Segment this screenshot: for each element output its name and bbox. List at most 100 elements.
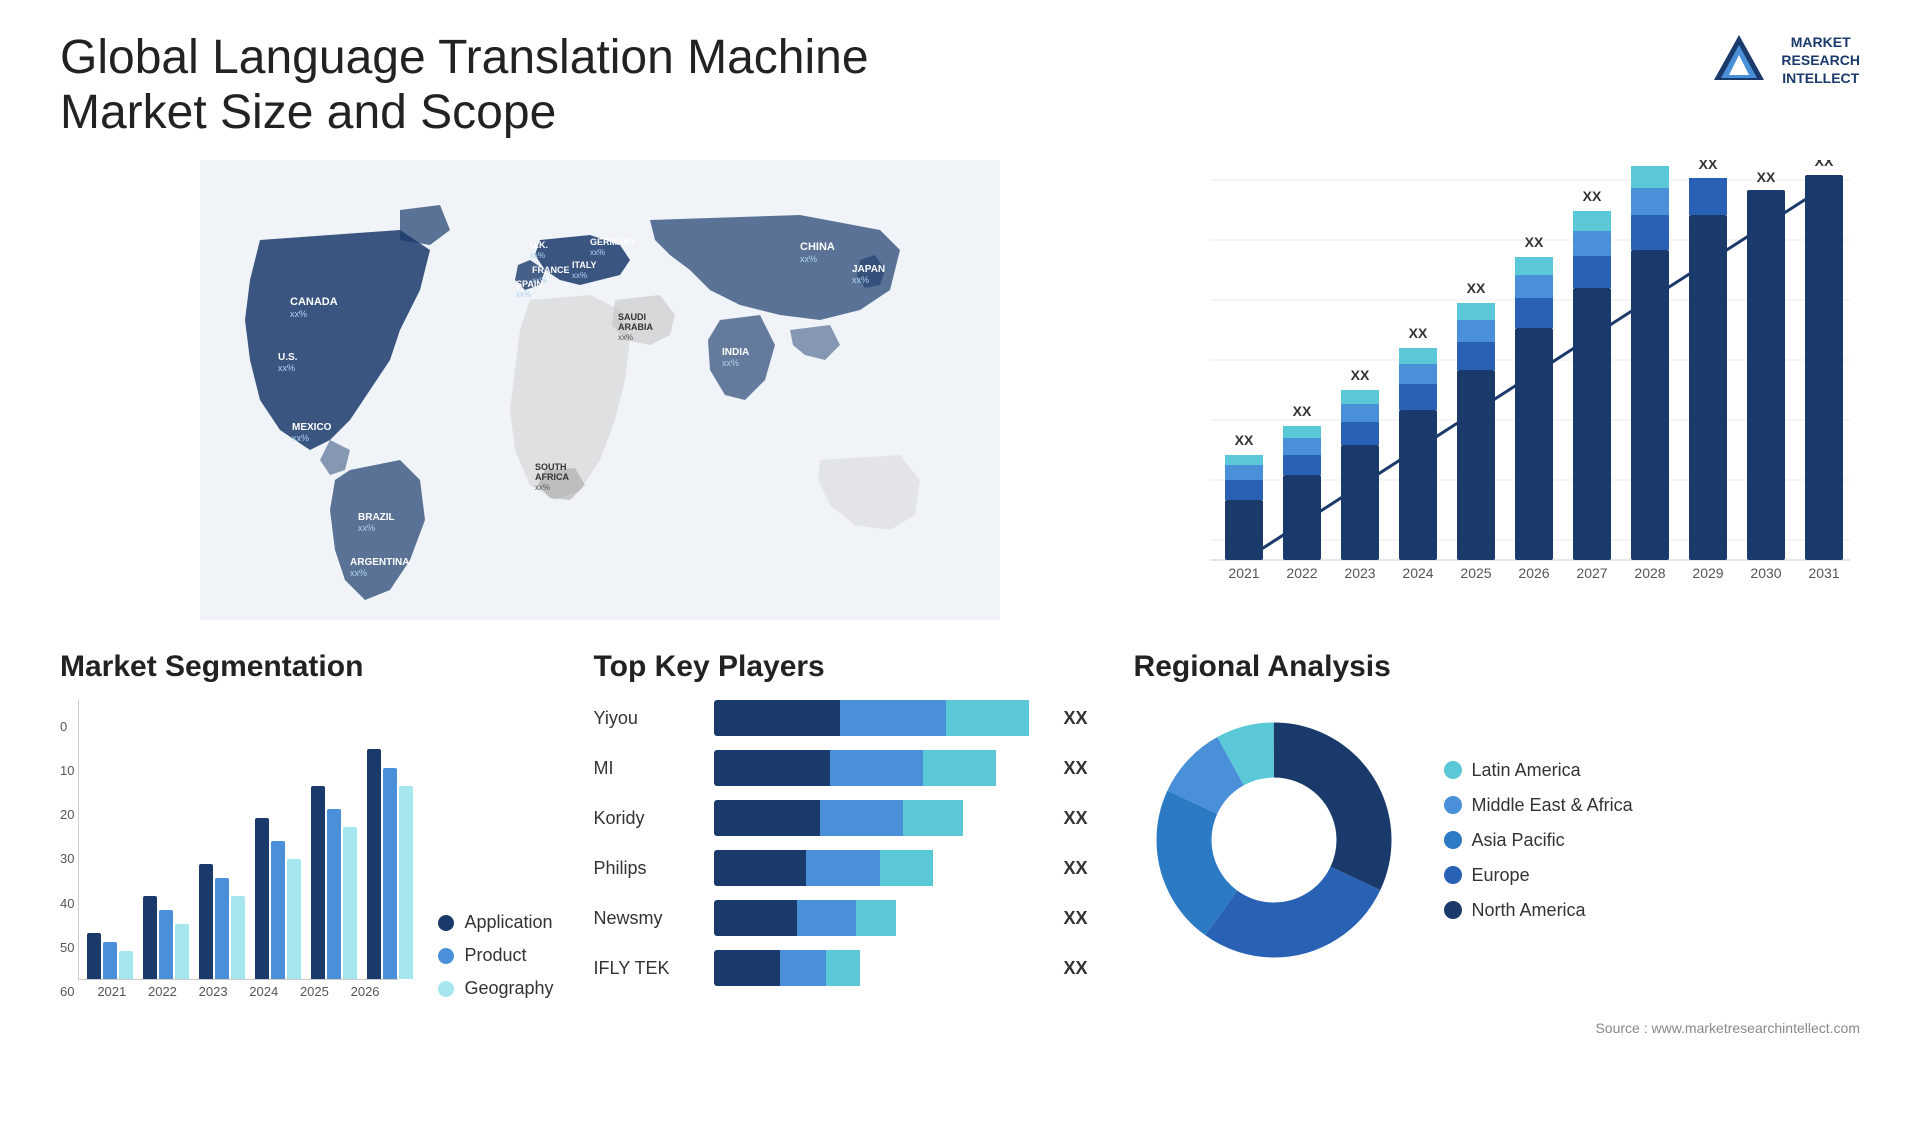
svg-text:FRANCE: FRANCE (532, 265, 570, 275)
svg-text:2024: 2024 (1402, 565, 1433, 581)
player-seg1-iflytek (714, 950, 780, 986)
svg-text:2031: 2031 (1808, 565, 1839, 581)
svg-text:XX: XX (1583, 188, 1602, 204)
seg-x-axis: 2021 2022 2023 2024 2025 2026 (78, 984, 398, 999)
svg-text:xx%: xx% (722, 358, 739, 368)
page-container: Global Language Translation Machine Mark… (0, 0, 1920, 1146)
svg-text:2022: 2022 (1286, 565, 1317, 581)
player-val-koridy: XX (1064, 808, 1094, 829)
svg-text:xx%: xx% (358, 523, 375, 533)
player-row-koridy: Koridy XX (594, 800, 1094, 836)
player-name-newsmy: Newsmy (594, 908, 704, 929)
regional-legend: Latin America Middle East & Africa Asia … (1444, 760, 1633, 921)
seg-y-axis: 60 50 40 30 20 10 0 (60, 719, 78, 999)
regional-title: Regional Analysis (1134, 650, 1860, 684)
svg-text:ARGENTINA: ARGENTINA (350, 557, 409, 568)
svg-text:ITALY: ITALY (572, 260, 597, 270)
legend-dot-product (438, 948, 454, 964)
seg-bar-prod-2026 (383, 768, 397, 979)
svg-text:XX: XX (1409, 325, 1428, 341)
regional-legend-latin: Latin America (1444, 760, 1633, 781)
svg-text:xx%: xx% (350, 568, 367, 578)
svg-text:XX: XX (1235, 432, 1254, 448)
svg-text:xx%: xx% (535, 483, 550, 492)
player-seg2-yiyou (840, 700, 946, 736)
svg-text:XX: XX (1699, 160, 1718, 172)
svg-text:XX: XX (1467, 280, 1486, 296)
legend-dot-geography (438, 981, 454, 997)
player-name-philips: Philips (594, 858, 704, 879)
world-map-svg: CANADA xx% U.S. xx% MEXICO xx% BRAZIL xx… (60, 160, 1140, 620)
svg-text:U.K.: U.K. (530, 240, 548, 250)
svg-text:GERMANY: GERMANY (590, 237, 636, 247)
player-bar-yiyou (714, 700, 1046, 736)
donut-chart-svg (1134, 700, 1414, 980)
player-seg3-newsmy (856, 900, 896, 936)
svg-text:JAPAN: JAPAN (852, 264, 885, 275)
regional-legend-asia: Asia Pacific (1444, 830, 1633, 851)
legend-product: Product (438, 945, 553, 966)
regional-dot-mea (1444, 796, 1462, 814)
svg-text:2021: 2021 (1228, 565, 1259, 581)
map-container: CANADA xx% U.S. xx% MEXICO xx% BRAZIL xx… (60, 160, 1140, 620)
seg-bar-geo-2026 (399, 786, 413, 979)
svg-text:CANADA: CANADA (290, 296, 338, 308)
legend-label-application: Application (464, 912, 552, 933)
regional-label-mea: Middle East & Africa (1472, 795, 1633, 816)
player-seg1-mi (714, 750, 830, 786)
seg-bar-geo-2022 (175, 924, 189, 979)
player-seg3-mi (923, 750, 996, 786)
svg-text:2029: 2029 (1692, 565, 1723, 581)
svg-text:XX: XX (1351, 367, 1370, 383)
source-text: Source : www.marketresearchintellect.com (1134, 1020, 1860, 1036)
segmentation-panel: Market Segmentation 60 50 40 30 20 10 0 (60, 650, 554, 1036)
logo: MARKET RESEARCH INTELLECT (1709, 30, 1860, 90)
player-name-mi: MI (594, 758, 704, 779)
seg-bar-geo-2023 (231, 896, 245, 979)
svg-text:SAUDI: SAUDI (618, 312, 646, 322)
bar-chart-svg: XX 2021 XX 2022 XX 2023 (1180, 160, 1860, 620)
seg-bar-prod-2022 (159, 910, 173, 979)
svg-text:ARABIA: ARABIA (618, 322, 653, 332)
regional-label-latin: Latin America (1472, 760, 1581, 781)
seg-bar-app-2026 (367, 749, 381, 979)
page-title: Global Language Translation Machine Mark… (60, 30, 960, 140)
player-seg1-yiyou (714, 700, 840, 736)
svg-text:XX: XX (1757, 169, 1776, 185)
seg-bar-prod-2024 (271, 841, 285, 979)
svg-text:CHINA: CHINA (800, 241, 835, 253)
legend-label-geography: Geography (464, 978, 553, 999)
segmentation-legend: Application Product Geography (438, 912, 553, 999)
player-row-yiyou: Yiyou XX (594, 700, 1094, 736)
seg-group-2023 (199, 864, 245, 979)
regional-dot-asia (1444, 831, 1462, 849)
regional-label-asia: Asia Pacific (1472, 830, 1565, 851)
svg-text:xx%: xx% (572, 271, 587, 280)
svg-text:xx%: xx% (278, 363, 295, 373)
segmentation-chart-area: 60 50 40 30 20 10 0 (60, 700, 554, 999)
svg-text:xx%: xx% (290, 309, 307, 319)
svg-text:xx%: xx% (618, 333, 633, 342)
svg-text:SOUTH: SOUTH (535, 462, 567, 472)
seg-bar-geo-2021 (119, 951, 133, 979)
player-seg3-philips (880, 850, 933, 886)
player-name-iflytek: IFLY TEK (594, 958, 704, 979)
regional-dot-northam (1444, 901, 1462, 919)
seg-group-2021 (87, 933, 133, 979)
regional-dot-latin (1444, 761, 1462, 779)
svg-text:BRAZIL: BRAZIL (358, 512, 395, 523)
regional-panel: Regional Analysis (1134, 650, 1860, 1036)
seg-bar-prod-2025 (327, 809, 341, 979)
seg-group-2025 (311, 786, 357, 979)
seg-bar-geo-2025 (343, 827, 357, 979)
player-seg3-koridy (903, 800, 963, 836)
regional-legend-mea: Middle East & Africa (1444, 795, 1633, 816)
svg-text:XX: XX (1815, 160, 1834, 169)
player-seg2-iflytek (780, 950, 826, 986)
donut-wrapper: Latin America Middle East & Africa Asia … (1134, 700, 1860, 980)
player-bar-koridy (714, 800, 1046, 836)
regional-label-northam: North America (1472, 900, 1586, 921)
player-seg2-philips (806, 850, 879, 886)
player-val-mi: XX (1064, 758, 1094, 779)
svg-text:INDIA: INDIA (722, 347, 749, 358)
